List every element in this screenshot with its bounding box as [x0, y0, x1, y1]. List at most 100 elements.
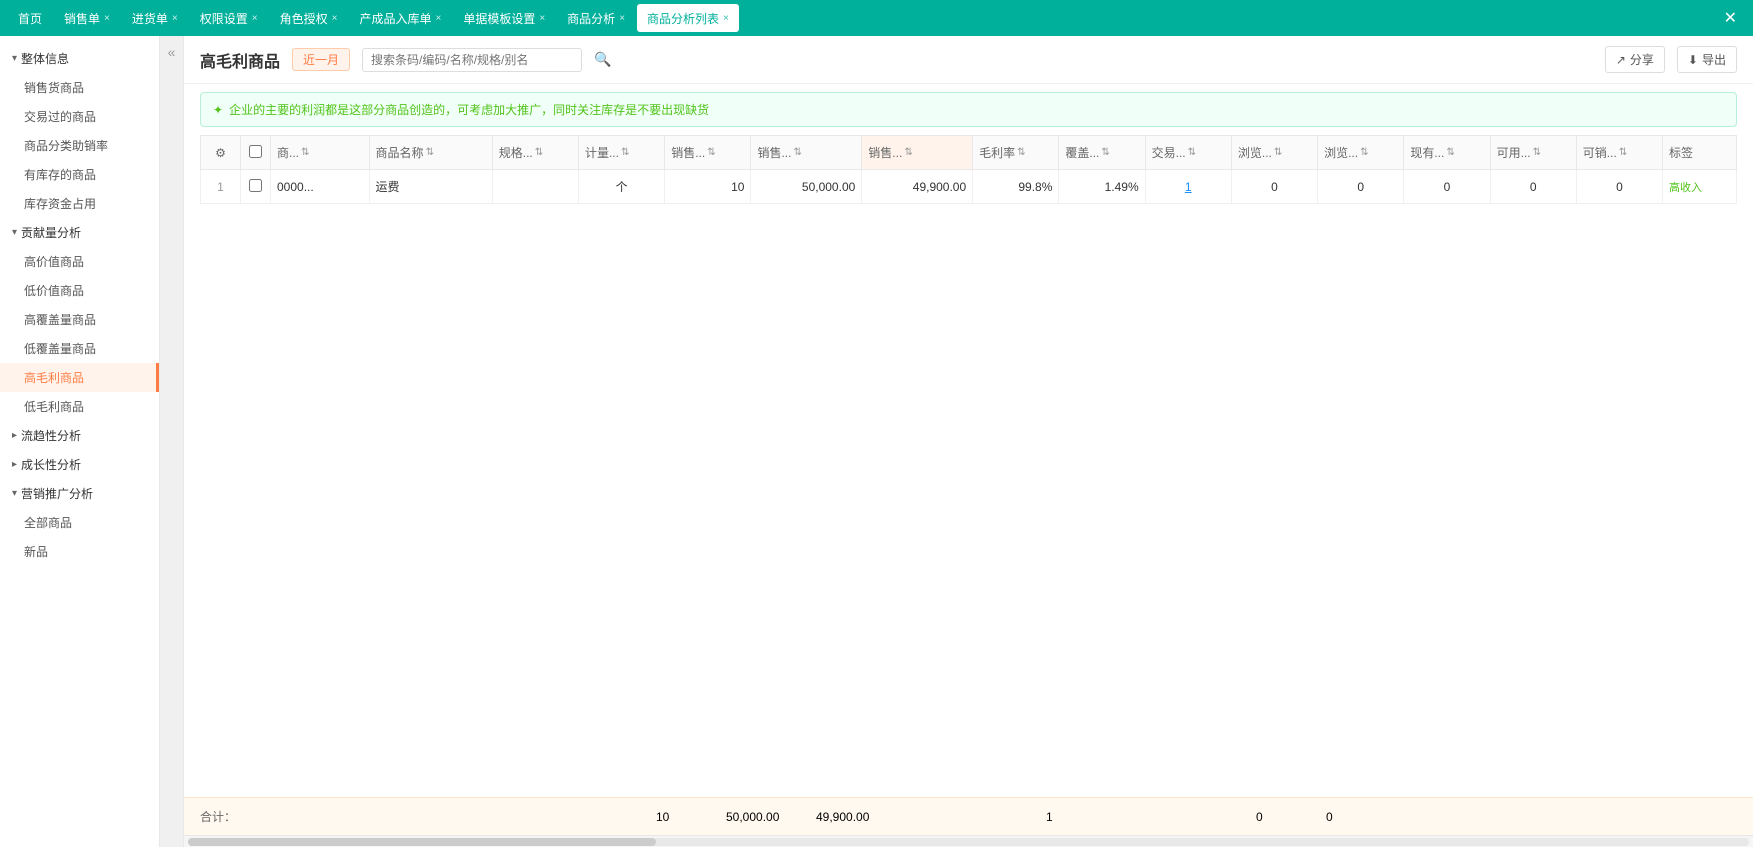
- time-filter-button[interactable]: 近一月: [292, 48, 350, 71]
- col-tag: 标签: [1663, 136, 1737, 170]
- col-current-stock[interactable]: 现有... ⇅: [1404, 136, 1490, 170]
- sidebar-item-high-margin[interactable]: 高毛利商品: [0, 363, 159, 392]
- col-checkbox: [241, 136, 271, 170]
- sort-icon: ⇅: [1188, 147, 1196, 158]
- sort-icon: ⇅: [1360, 147, 1368, 158]
- sidebar-group-contribution[interactable]: ▾ 贡献量分析: [0, 218, 159, 247]
- col-name[interactable]: 商品名称 ⇅: [369, 136, 492, 170]
- table-cell: 49,900.00: [862, 170, 973, 204]
- nav-purchase[interactable]: 进货单 ×: [122, 4, 188, 32]
- sort-icon: ⇅: [1446, 147, 1454, 158]
- footer-current-stock: 0: [1250, 810, 1320, 824]
- sidebar-item-category-rate[interactable]: 商品分类助销率: [0, 131, 159, 160]
- sidebar-item-all-goods[interactable]: 全部商品: [0, 508, 159, 537]
- page-title: 高毛利商品: [200, 48, 280, 72]
- table-cell: 0: [1231, 170, 1317, 204]
- sidebar-item-high-value[interactable]: 高价值商品: [0, 247, 159, 276]
- sidebar-group-marketing[interactable]: ▾ 营销推广分析: [0, 479, 159, 508]
- top-nav: 首页 销售单 × 进货单 × 权限设置 × 角色授权 × 产成品入库单 × 单据…: [0, 0, 1753, 36]
- col-coverage[interactable]: 覆盖... ⇅: [1059, 136, 1145, 170]
- info-icon: ✦: [213, 103, 223, 117]
- close-icon[interactable]: ×: [104, 13, 110, 24]
- sidebar-item-traded-goods[interactable]: 交易过的商品: [0, 102, 159, 131]
- content-area: 高毛利商品 近一月 🔍 ↗ 分享 ⬇ 导出 ✦ 企业的主要的利润都是这部分商品创…: [184, 36, 1753, 847]
- nav-home[interactable]: 首页: [8, 4, 52, 32]
- table-cell: 1.49%: [1059, 170, 1145, 204]
- col-views1[interactable]: 浏览... ⇅: [1231, 136, 1317, 170]
- arrow-right-icon: ▸: [12, 459, 17, 470]
- close-icon[interactable]: ×: [539, 13, 545, 24]
- sidebar-item-sales-goods[interactable]: 销售货商品: [0, 73, 159, 102]
- table-container: ⚙ 商... ⇅ 商品名称: [184, 135, 1753, 797]
- col-sales-cost[interactable]: 销售... ⇅: [862, 136, 973, 170]
- col-code[interactable]: 商... ⇅: [271, 136, 370, 170]
- sort-icon: ⇅: [793, 147, 801, 158]
- col-sales-amount[interactable]: 销售... ⇅: [751, 136, 862, 170]
- table-cell: 高收入: [1663, 170, 1737, 204]
- close-icon[interactable]: ×: [252, 13, 258, 24]
- nav-sales[interactable]: 销售单 ×: [54, 4, 120, 32]
- table-cell: 运费: [369, 170, 492, 204]
- footer-sales-qty: 10: [650, 810, 720, 824]
- nav-analysis-list[interactable]: 商品分析列表 ×: [637, 4, 739, 32]
- content-header: 高毛利商品 近一月 🔍 ↗ 分享 ⬇ 导出: [184, 36, 1753, 84]
- sort-icon: ⇅: [1101, 147, 1109, 158]
- col-unit[interactable]: 计量... ⇅: [578, 136, 664, 170]
- col-sales-qty[interactable]: 销售... ⇅: [665, 136, 751, 170]
- scroll-track: [188, 838, 1749, 846]
- footer-sales-amount: 50,000.00: [720, 810, 810, 824]
- sidebar-item-new-goods[interactable]: 新品: [0, 537, 159, 566]
- sort-icon: ⇅: [1017, 147, 1025, 158]
- arrow-down-icon: ▾: [12, 488, 17, 499]
- close-icon[interactable]: ×: [723, 13, 729, 24]
- sort-icon: ⇅: [426, 147, 434, 158]
- sidebar-item-low-coverage[interactable]: 低覆盖量商品: [0, 334, 159, 363]
- sidebar-collapse-button[interactable]: «: [160, 36, 184, 847]
- table-cell: 0: [1576, 170, 1662, 204]
- sidebar-group-trend[interactable]: ▸ 流趋性分析: [0, 421, 159, 450]
- sidebar-item-high-coverage[interactable]: 高覆盖量商品: [0, 305, 159, 334]
- close-icon[interactable]: ×: [619, 13, 625, 24]
- sidebar-item-low-value[interactable]: 低价值商品: [0, 276, 159, 305]
- close-icon[interactable]: ×: [172, 13, 178, 24]
- footer-cells: 10 50,000.00 49,900.00 1 0 0: [260, 810, 1737, 824]
- col-trade-count[interactable]: 交易... ⇅: [1145, 136, 1231, 170]
- nav-roles[interactable]: 角色授权 ×: [270, 4, 348, 32]
- search-input[interactable]: [362, 48, 582, 72]
- table-cell: 0: [1490, 170, 1576, 204]
- sidebar-group-overall[interactable]: ▾ 整体信息: [0, 44, 159, 73]
- close-icon[interactable]: ×: [435, 13, 441, 24]
- table-cell: 0: [1318, 170, 1404, 204]
- col-available-stock[interactable]: 可用... ⇅: [1490, 136, 1576, 170]
- table-cell: [492, 170, 578, 204]
- nav-production[interactable]: 产成品入库单 ×: [349, 4, 451, 32]
- arrow-right-icon: ▸: [12, 430, 17, 441]
- table-cell: 1: [1145, 170, 1231, 204]
- sidebar-item-stocked-goods[interactable]: 有库存的商品: [0, 160, 159, 189]
- nav-template[interactable]: 单据模板设置 ×: [453, 4, 555, 32]
- arrow-down-icon: ▾: [12, 53, 17, 64]
- sidebar-item-low-margin[interactable]: 低毛利商品: [0, 392, 159, 421]
- col-views2[interactable]: 浏览... ⇅: [1318, 136, 1404, 170]
- settings-icon[interactable]: ⚙: [215, 146, 226, 160]
- bottom-scrollbar[interactable]: [184, 835, 1753, 847]
- select-all-checkbox[interactable]: [249, 145, 262, 158]
- info-banner: ✦ 企业的主要的利润都是这部分商品创造的，可考虑加大推广，同时关注库存是不要出现…: [200, 92, 1737, 127]
- search-button[interactable]: 🔍: [594, 51, 611, 68]
- export-button[interactable]: ⬇ 导出: [1677, 46, 1737, 73]
- table-cell: 0: [1404, 170, 1490, 204]
- col-index: ⚙: [201, 136, 241, 170]
- window-close-button[interactable]: ✕: [1716, 8, 1745, 28]
- col-spec[interactable]: 规格... ⇅: [492, 136, 578, 170]
- sidebar-group-growth[interactable]: ▸ 成长性分析: [0, 450, 159, 479]
- nav-permissions[interactable]: 权限设置 ×: [190, 4, 268, 32]
- scroll-thumb[interactable]: [188, 838, 656, 846]
- nav-analysis[interactable]: 商品分析 ×: [557, 4, 635, 32]
- col-sellable-stock[interactable]: 可销... ⇅: [1576, 136, 1662, 170]
- col-gross-margin[interactable]: 毛利率 ⇅: [973, 136, 1059, 170]
- close-icon[interactable]: ×: [332, 13, 338, 24]
- sidebar-item-stock-capital[interactable]: 库存资金占用: [0, 189, 159, 218]
- data-table: ⚙ 商... ⇅ 商品名称: [200, 135, 1737, 204]
- table-cell: [241, 170, 271, 204]
- share-button[interactable]: ↗ 分享: [1605, 46, 1665, 73]
